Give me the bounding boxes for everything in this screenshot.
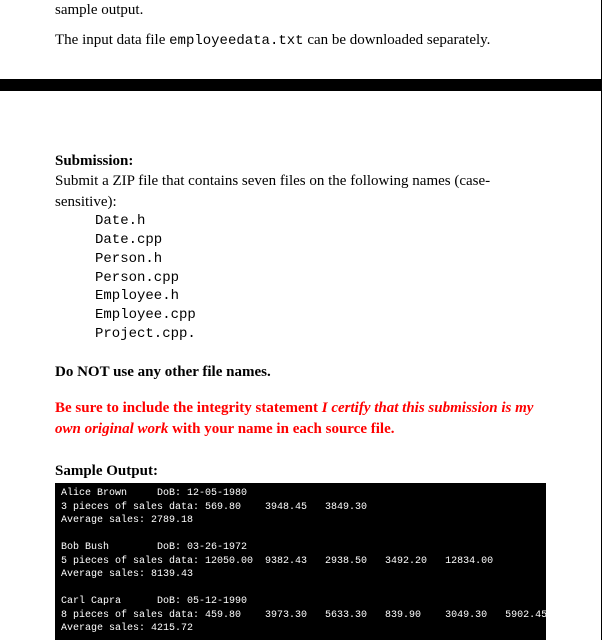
text: with your name in each source file [168, 421, 390, 437]
page-divider [0, 79, 601, 91]
submission-section: Submission: Submit a ZIP file that conta… [0, 91, 601, 639]
input-file-line: The input data file employeedata.txt can… [55, 30, 546, 51]
text: Be sure to include the integrity stateme… [55, 400, 322, 416]
submission-intro: Submit a ZIP file that contains seven fi… [55, 171, 546, 212]
text: can be downloaded separately. [304, 32, 491, 48]
text: . [391, 421, 395, 437]
top-fragment: sample output. The input data file emplo… [0, 0, 601, 79]
sample-output-heading: Sample Output: [55, 461, 546, 481]
integrity-statement: Be sure to include the integrity stateme… [55, 398, 546, 439]
required-file-list: Date.h Date.cpp Person.h Person.cpp Empl… [95, 212, 546, 344]
input-filename: employeedata.txt [169, 33, 303, 49]
no-other-filenames: Do NOT use any other file names. [55, 362, 546, 382]
terminal-output: Alice Brown DoB: 12-05-1980 3 pieces of … [55, 483, 546, 640]
sample-output-trail: sample output. [55, 0, 546, 20]
text: The input data file [55, 32, 169, 48]
submission-heading: Submission: [55, 151, 546, 171]
